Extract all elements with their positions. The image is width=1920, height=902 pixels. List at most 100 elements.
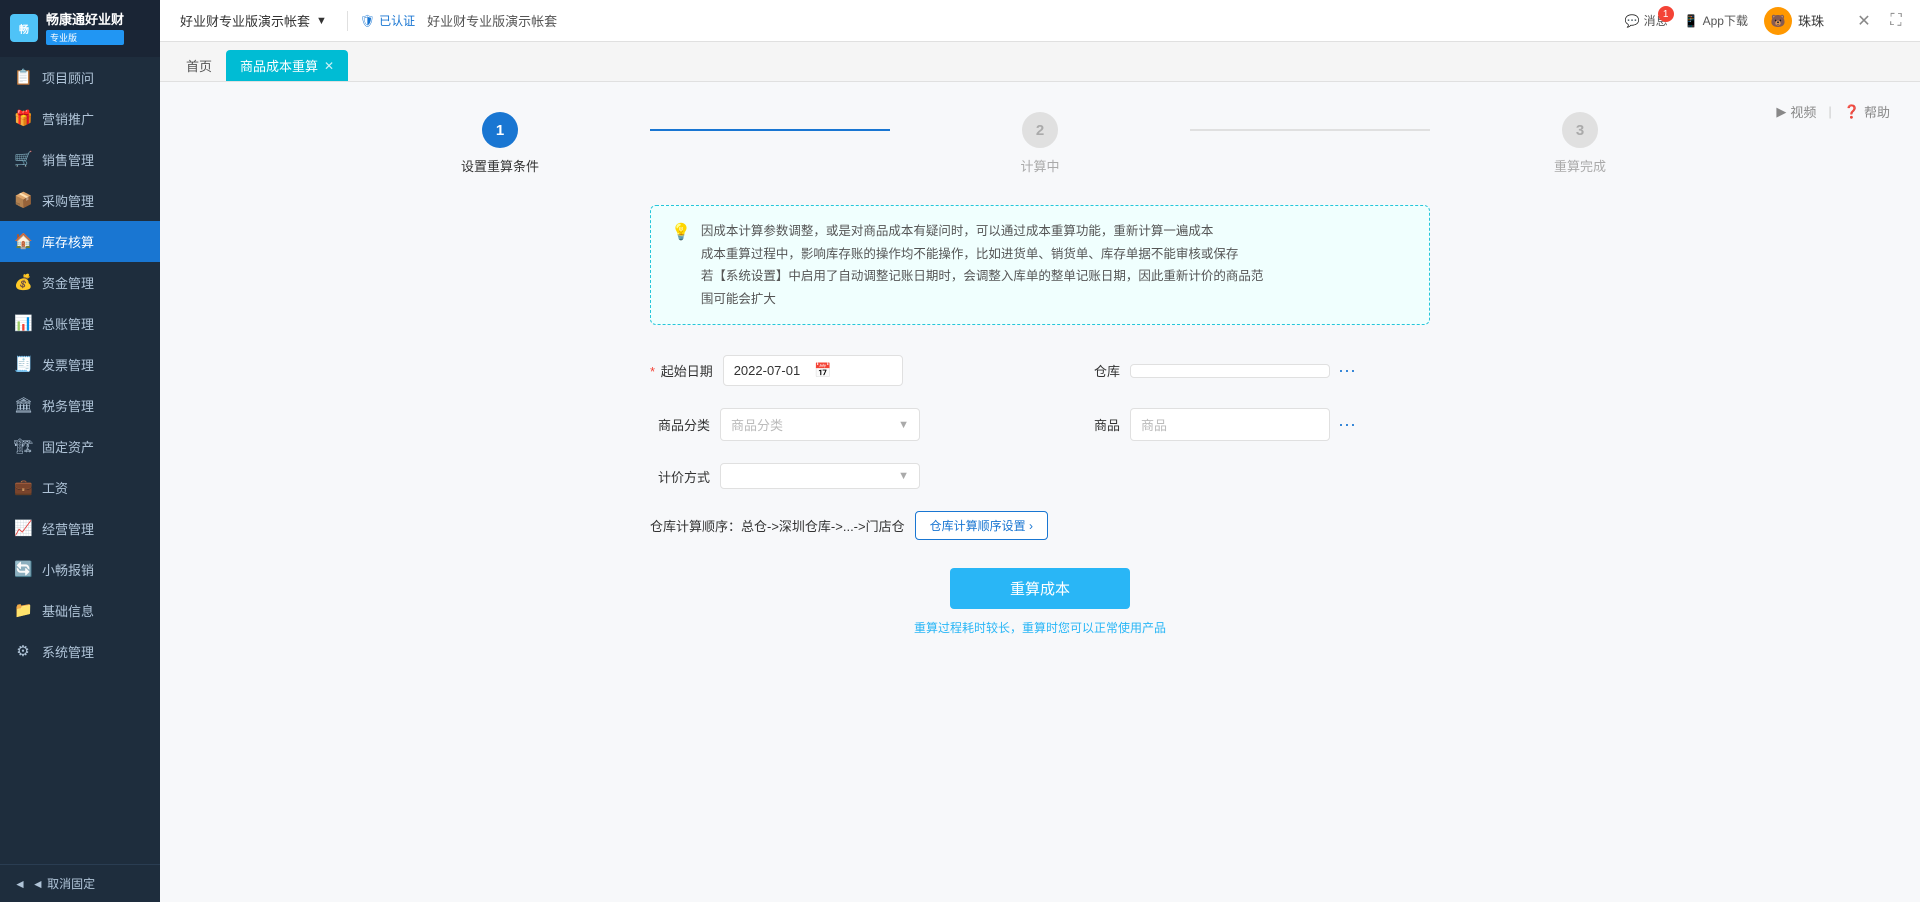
pricing-field: 计价方式 ▼	[650, 463, 1430, 489]
app-download-button[interactable]: 📱 App下载	[1684, 12, 1748, 29]
stepper: 1 设置重算条件 2 计算中 3 重算完成	[200, 112, 1880, 175]
app-logo: 畅	[10, 14, 38, 42]
expand-button[interactable]: ⛶	[1884, 9, 1908, 33]
sidebar-item-label: 采购管理	[42, 191, 94, 210]
warehouse-input[interactable]	[1130, 364, 1330, 378]
info-line-3: 若【系统设置】中启用了自动调整记账日期时，会调整入库单的整单记账日期，因此重新计…	[701, 265, 1264, 288]
sidebar-item-marketing[interactable]: 🎁 营销推广	[0, 98, 160, 139]
sidebar-item-project[interactable]: 📋 项目顾问	[0, 57, 160, 98]
tab-cost-recalc[interactable]: 商品成本重算 ✕	[226, 50, 348, 81]
window-actions: ✕ ⛶	[1852, 9, 1908, 33]
sidebar-pin-toggle[interactable]: ◄ ◄ 取消固定	[0, 864, 160, 902]
user-profile[interactable]: 🐻 珠珠	[1764, 7, 1824, 35]
step-3-label: 重算完成	[1554, 156, 1606, 175]
sidebar-item-basic[interactable]: 📁 基础信息	[0, 590, 160, 631]
phone-icon: 📱	[1684, 14, 1699, 28]
step-1-label: 设置重算条件	[461, 156, 539, 175]
step-3: 3 重算完成	[1430, 112, 1730, 175]
content-area: ▶ 视频 | ❓ 帮助 1 设置重算条件 2 计算中	[160, 82, 1920, 902]
salary-icon: 💼	[14, 478, 32, 496]
sidebar-item-label: 基础信息	[42, 601, 94, 620]
recalc-button[interactable]: 重算成本	[950, 568, 1130, 609]
app-badge: 专业版	[46, 30, 124, 45]
sidebar-item-operation[interactable]: 📈 经营管理	[0, 508, 160, 549]
category-placeholder: 商品分类	[731, 415, 783, 434]
basic-icon: 📁	[14, 601, 32, 619]
assets-icon: 🏗	[14, 437, 32, 455]
step-1-circle: 1	[482, 112, 518, 148]
sidebar-item-finance[interactable]: 💰 资金管理	[0, 262, 160, 303]
info-box: 💡 因成本计算参数调整，或是对商品成本有疑问时，可以通过成本重算功能，重新计算一…	[650, 205, 1430, 325]
finance-icon: 💰	[14, 273, 32, 291]
sidebar-item-label: 项目顾问	[42, 68, 94, 87]
sidebar-item-salary[interactable]: 💼 工资	[0, 467, 160, 508]
product-field: 商品 商品 ···	[1060, 408, 1430, 441]
start-date-label: * 起始日期	[650, 361, 723, 380]
expense-icon: 🔄	[14, 560, 32, 578]
sidebar-item-assets[interactable]: 🏗 固定资产	[0, 426, 160, 467]
step-2-circle: 2	[1022, 112, 1058, 148]
form-row-1: * 起始日期 2022-07-01 📅 仓库 ···	[650, 355, 1430, 386]
system-icon: ⚙	[14, 642, 32, 660]
chevron-down-icon: ▼	[898, 470, 909, 482]
sales-icon: 🛒	[14, 150, 32, 168]
calendar-icon: 📅	[814, 362, 831, 379]
sidebar-item-label: 发票管理	[42, 355, 94, 374]
verified-badge: 🛡 已认证	[360, 12, 415, 29]
info-text: 因成本计算参数调整，或是对商品成本有疑问时，可以通过成本重算功能，重新计算一遍成…	[701, 220, 1264, 310]
sidebar-item-label: 固定资产	[42, 437, 94, 456]
inventory-icon: 🏠	[14, 232, 32, 250]
tab-home[interactable]: 首页	[172, 50, 226, 81]
sidebar-item-invoice[interactable]: 🧾 发票管理	[0, 344, 160, 385]
step-2-label: 计算中	[1020, 156, 1059, 175]
account-selector-text: 好业财专业版演示帐套	[180, 11, 310, 30]
sidebar: 畅 畅康通好业财 专业版 📋 项目顾问 🎁 营销推广 🛒 销售管理 📦 采购管理…	[0, 0, 160, 902]
required-star: *	[650, 364, 655, 379]
tab-close-icon[interactable]: ✕	[324, 59, 334, 73]
warehouse-dots-button[interactable]: ···	[1330, 360, 1364, 381]
account-selector[interactable]: 好业财专业版演示帐套 ▼	[172, 7, 335, 34]
pin-icon: ◄	[14, 877, 26, 891]
shield-icon: 🛡	[360, 14, 375, 28]
project-icon: 📋	[14, 68, 32, 86]
category-field: 商品分类 商品分类 ▼	[650, 408, 1020, 441]
form-row-3: 计价方式 ▼	[650, 463, 1430, 489]
recalc-btn-label: 重算成本	[1010, 581, 1070, 598]
sidebar-item-system[interactable]: ⚙ 系统管理	[0, 631, 160, 672]
warehouse-order-btn-label: 仓库计算顺序设置 ›	[930, 517, 1033, 534]
recalc-area: 重算成本 重算过程耗时较长，重算时您可以正常使用产品	[650, 568, 1430, 636]
warehouse-field: 仓库 ···	[1060, 360, 1430, 381]
sidebar-item-label: 总账管理	[42, 314, 94, 333]
sidebar-item-label: 资金管理	[42, 273, 94, 292]
sidebar-nav: 📋 项目顾问 🎁 营销推广 🛒 销售管理 📦 采购管理 🏠 库存核算 💰 资金管…	[0, 57, 160, 864]
sidebar-header: 畅 畅康通好业财 专业版	[0, 0, 160, 57]
main-area: 好业财专业版演示帐套 ▼ 🛡 已认证 好业财专业版演示帐套 💬 消息 1 📱 A…	[160, 0, 1920, 902]
sidebar-item-inventory[interactable]: 🏠 库存核算	[0, 221, 160, 262]
product-label: 商品	[1060, 415, 1130, 434]
sidebar-item-label: 营销推广	[42, 109, 94, 128]
start-date-input[interactable]: 2022-07-01 📅	[723, 355, 903, 386]
sidebar-item-accounting[interactable]: 📊 总账管理	[0, 303, 160, 344]
sidebar-item-purchase[interactable]: 📦 采购管理	[0, 180, 160, 221]
tab-active-label: 商品成本重算	[240, 56, 318, 75]
warehouse-order-settings-button[interactable]: 仓库计算顺序设置 ›	[915, 511, 1048, 540]
close-button[interactable]: ✕	[1852, 9, 1876, 33]
message-button[interactable]: 💬 消息 1	[1625, 12, 1668, 29]
start-date-field: * 起始日期 2022-07-01 📅	[650, 355, 1020, 386]
topbar: 好业财专业版演示帐套 ▼ 🛡 已认证 好业财专业版演示帐套 💬 消息 1 📱 A…	[160, 0, 1920, 42]
pin-label: ◄ 取消固定	[32, 875, 95, 892]
sidebar-item-sales[interactable]: 🛒 销售管理	[0, 139, 160, 180]
form-area: * 起始日期 2022-07-01 📅 仓库 ···	[650, 355, 1430, 636]
sidebar-item-label: 小畅报销	[42, 560, 94, 579]
sidebar-item-expense[interactable]: 🔄 小畅报销	[0, 549, 160, 590]
category-select[interactable]: 商品分类 ▼	[720, 408, 920, 441]
chevron-down-icon: ▼	[316, 15, 327, 27]
sidebar-item-label: 税务管理	[42, 396, 94, 415]
sidebar-item-label: 销售管理	[42, 150, 94, 169]
operation-icon: 📈	[14, 519, 32, 537]
sidebar-item-tax[interactable]: 🏛 税务管理	[0, 385, 160, 426]
form-row-2: 商品分类 商品分类 ▼ 商品 商品 ···	[650, 408, 1430, 441]
product-dots-button[interactable]: ···	[1330, 414, 1364, 435]
product-input[interactable]: 商品	[1130, 408, 1330, 441]
pricing-select[interactable]: ▼	[720, 463, 920, 489]
